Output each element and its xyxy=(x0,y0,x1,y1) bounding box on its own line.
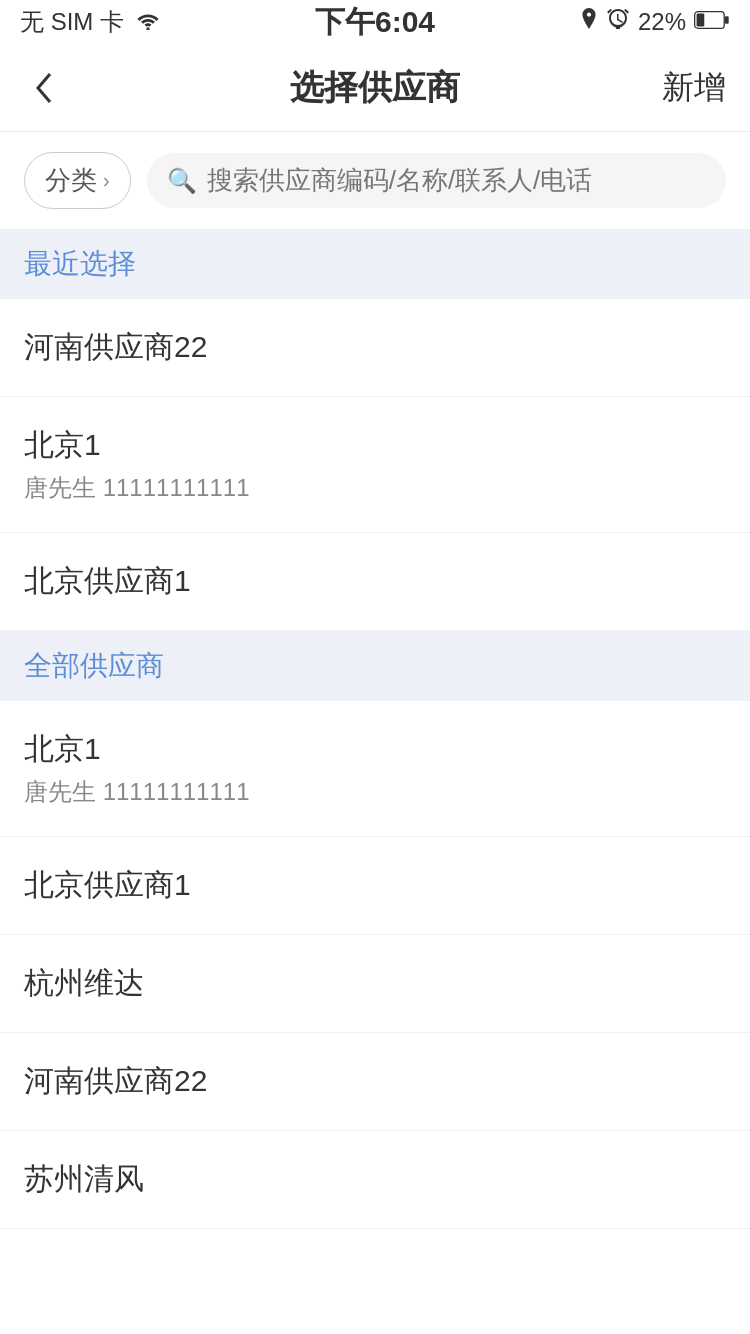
list-item[interactable]: 北京供应商1 xyxy=(0,837,750,935)
list-item[interactable]: 河南供应商22 xyxy=(0,299,750,397)
recent-list: 河南供应商22 北京1 唐先生 11111111111 北京供应商1 xyxy=(0,299,750,631)
battery-icon xyxy=(694,8,730,36)
location-icon xyxy=(580,8,598,36)
supplier-name: 河南供应商22 xyxy=(24,1061,726,1102)
supplier-name: 北京供应商1 xyxy=(24,865,726,906)
svg-point-0 xyxy=(146,27,149,30)
supplier-contact: 唐先生 11111111111 xyxy=(24,776,726,808)
chevron-right-icon: › xyxy=(103,169,110,192)
page-title: 选择供应商 xyxy=(290,65,460,111)
supplier-name: 河南供应商22 xyxy=(24,327,726,368)
category-label: 分类 xyxy=(45,163,97,198)
list-item[interactable]: 北京供应商1 xyxy=(0,533,750,631)
carrier-text: 无 SIM 卡 xyxy=(20,6,124,38)
svg-rect-3 xyxy=(697,14,705,27)
recent-section-header: 最近选择 xyxy=(0,229,750,299)
search-input[interactable] xyxy=(207,165,706,196)
status-bar: 无 SIM 卡 下午6:04 22% xyxy=(0,0,750,44)
all-section-title: 全部供应商 xyxy=(24,650,164,681)
status-time: 下午6:04 xyxy=(315,2,435,43)
add-button[interactable]: 新增 xyxy=(662,66,726,110)
supplier-name: 杭州维达 xyxy=(24,963,726,1004)
supplier-name: 北京1 xyxy=(24,729,726,770)
recent-section-title: 最近选择 xyxy=(24,248,136,279)
all-section-header: 全部供应商 xyxy=(0,631,750,701)
status-right: 22% xyxy=(580,7,730,37)
back-button[interactable] xyxy=(24,60,64,116)
nav-bar: 选择供应商 新增 xyxy=(0,44,750,132)
list-item[interactable]: 河南供应商22 xyxy=(0,1033,750,1131)
list-item[interactable]: 北京1 唐先生 11111111111 xyxy=(0,701,750,837)
supplier-contact: 唐先生 11111111111 xyxy=(24,472,726,504)
status-left: 无 SIM 卡 xyxy=(20,6,162,38)
supplier-name: 北京1 xyxy=(24,425,726,466)
list-item[interactable]: 苏州清风 xyxy=(0,1131,750,1229)
search-icon: 🔍 xyxy=(167,167,197,195)
svg-rect-2 xyxy=(725,16,729,24)
list-item[interactable]: 北京1 唐先生 11111111111 xyxy=(0,397,750,533)
list-item[interactable]: 杭州维达 xyxy=(0,935,750,1033)
all-list: 北京1 唐先生 11111111111 北京供应商1 杭州维达河南供应商22 苏州清风 xyxy=(0,701,750,1229)
supplier-name: 苏州清风 xyxy=(24,1159,726,1200)
supplier-name: 北京供应商1 xyxy=(24,561,726,602)
alarm-icon xyxy=(606,7,630,37)
wifi-icon xyxy=(134,8,162,36)
category-button[interactable]: 分类 › xyxy=(24,152,131,209)
battery-text: 22% xyxy=(638,8,686,36)
search-input-wrap: 🔍 xyxy=(147,153,726,208)
search-area: 分类 › 🔍 xyxy=(0,132,750,229)
